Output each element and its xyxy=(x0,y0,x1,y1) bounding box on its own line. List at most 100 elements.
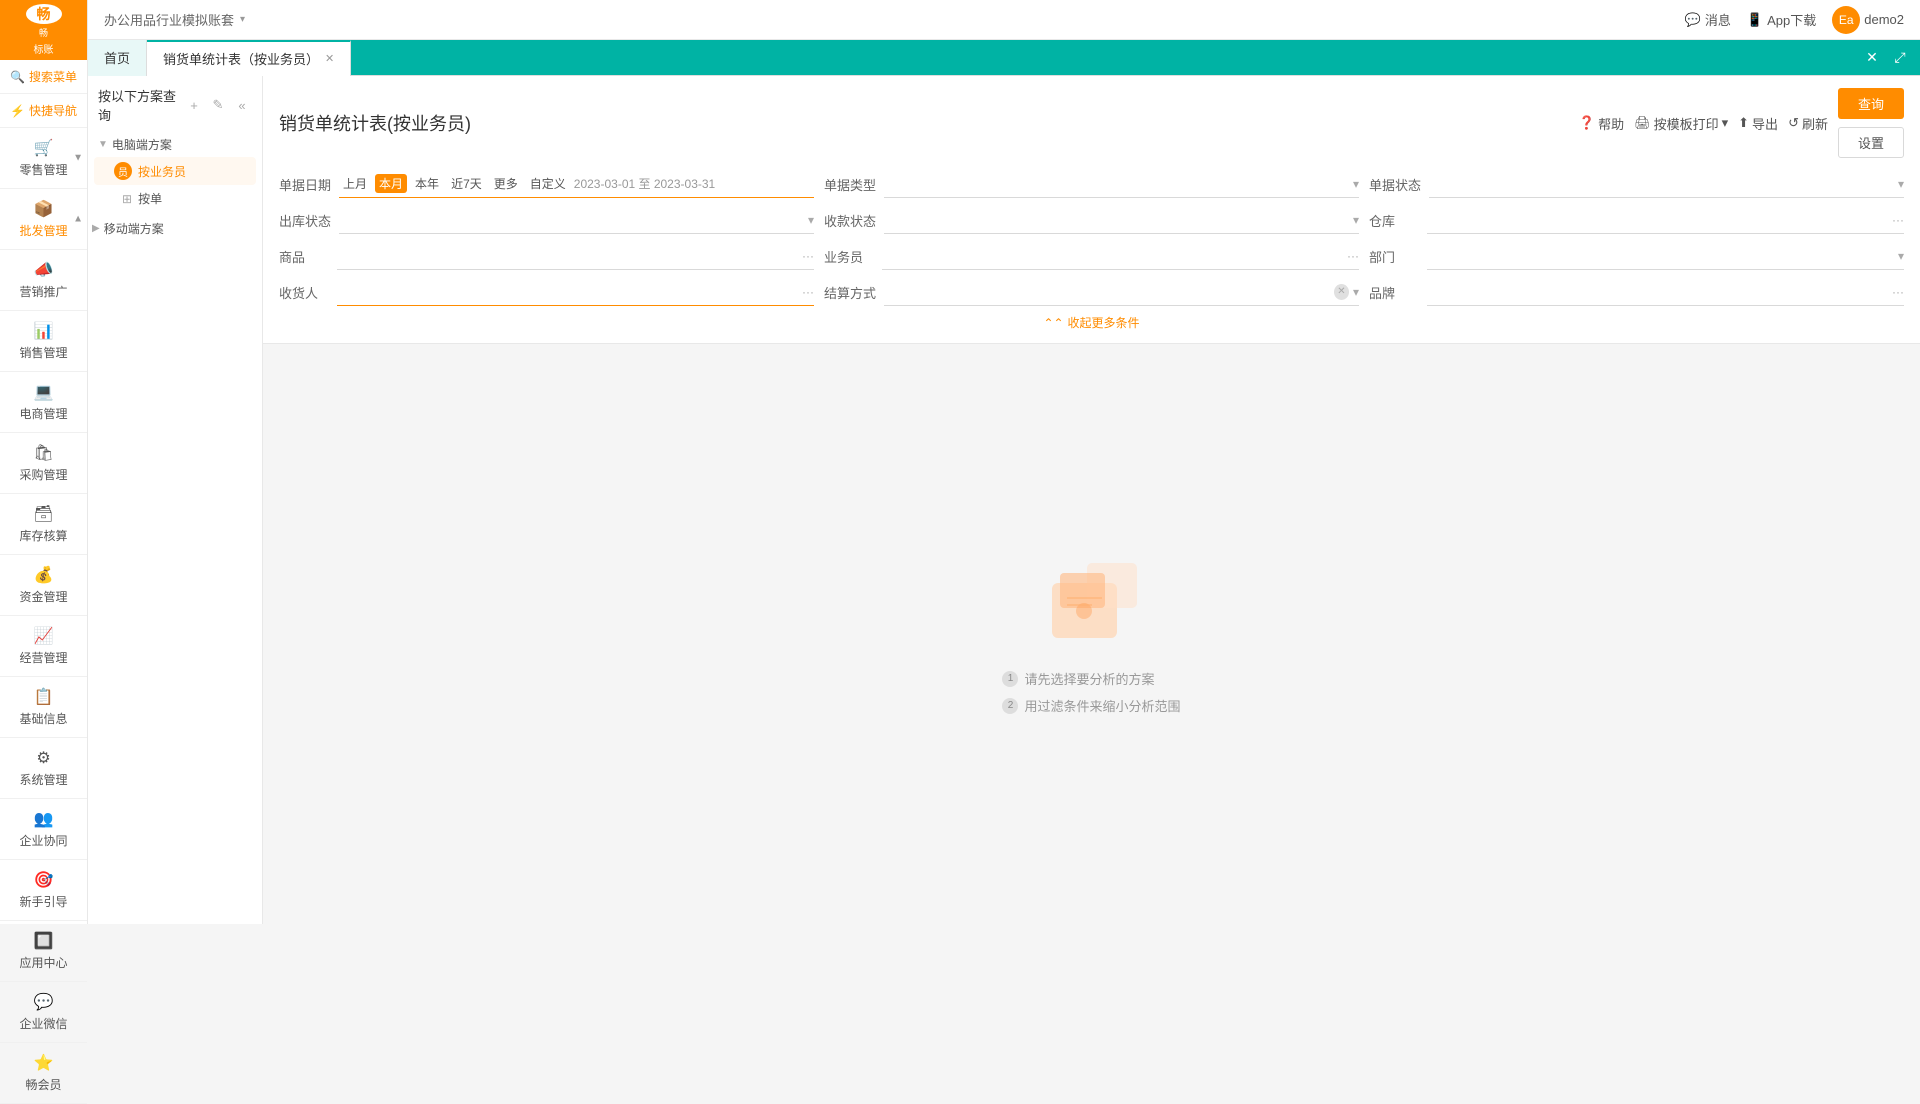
tab-home[interactable]: 首页 xyxy=(88,40,147,76)
desktop-scheme-group: ▼ 电脑端方案 员 按业务员 ⊞ 按单 xyxy=(88,132,262,212)
print-icon: 🖨 xyxy=(1634,115,1651,131)
sidebar-item-system[interactable]: ⚙ 系统管理 xyxy=(0,738,87,799)
quicknav-icon: ⚡ xyxy=(10,104,25,118)
date-tab-thismonth[interactable]: 本月 xyxy=(375,174,407,193)
sidebar-item-finance[interactable]: 💰 资金管理 xyxy=(0,555,87,616)
brand-input[interactable] xyxy=(1427,284,1888,299)
collapse-filters-btn[interactable]: ⌃⌃ 收起更多条件 xyxy=(279,314,1904,331)
edit-scheme-btn[interactable]: ✎ xyxy=(208,95,228,115)
sidebar-item-marketing[interactable]: 📣 营销推广 xyxy=(0,250,87,311)
date-tab-thisyear[interactable]: 本年 xyxy=(411,174,443,193)
ecommerce-label: 电商管理 xyxy=(19,405,67,422)
doc-type-control: ▾ xyxy=(884,170,1359,198)
tab-maximize-btn[interactable]: ⤢ xyxy=(1888,46,1912,70)
payment-input[interactable] xyxy=(884,284,1334,299)
quicknav-label: 快捷导航 xyxy=(29,102,77,119)
recv-status-dropdown-icon[interactable]: ▾ xyxy=(1353,213,1359,227)
goods-input[interactable] xyxy=(337,248,798,263)
empty-state-svg xyxy=(1032,553,1152,653)
app-center-icon: 🔲 xyxy=(34,931,54,951)
system-label: 系统管理 xyxy=(19,771,67,788)
out-status-dropdown-icon[interactable]: ▾ xyxy=(808,213,814,227)
sidebar-item-wholesale[interactable]: 📦 批发管理 ▲ xyxy=(0,189,87,250)
help-btn[interactable]: ❓ 帮助 xyxy=(1579,114,1624,133)
scheme-item-salesperson[interactable]: 员 按业务员 xyxy=(94,157,256,185)
download-icon: 📱 xyxy=(1747,12,1763,28)
warehouse-more-icon[interactable]: ··· xyxy=(1892,213,1904,227)
consignee-label: 收货人 xyxy=(279,283,329,302)
sales-label: 销售管理 xyxy=(19,344,67,361)
collapse-panel-btn[interactable]: « xyxy=(232,95,252,115)
scheme-item-order[interactable]: ⊞ 按单 xyxy=(94,185,256,212)
out-status-label: 出库状态 xyxy=(279,211,331,230)
sidebar-item-sales[interactable]: 📊 销售管理 xyxy=(0,311,87,372)
consignee-input[interactable] xyxy=(337,284,798,299)
dept-input[interactable] xyxy=(1427,248,1894,263)
user-profile[interactable]: Ea demo2 xyxy=(1832,6,1904,34)
refresh-btn[interactable]: ↺ 刷新 xyxy=(1788,114,1828,133)
account-dropdown-icon[interactable]: ▾ xyxy=(240,14,245,25)
refresh-label: 刷新 xyxy=(1802,114,1828,133)
sidebar-item-retail[interactable]: 🛒 零售管理 ▼ xyxy=(0,128,87,189)
sidebar-item-operations[interactable]: 📈 经营管理 xyxy=(0,616,87,677)
sidebar-item-member[interactable]: ⭐ 畅会员 xyxy=(0,1043,87,1104)
sidebar-item-guide[interactable]: 🎯 新手引导 xyxy=(0,860,87,921)
print-dropdown-icon[interactable]: ▾ xyxy=(1722,115,1729,131)
salesperson-input[interactable] xyxy=(882,248,1343,263)
tip-2-text: 用过滤条件来缩小分析范围 xyxy=(1024,696,1180,715)
sidebar-item-purchase[interactable]: 🛍 采购管理 xyxy=(0,433,87,494)
filter-goods: 商品 ··· xyxy=(279,242,814,270)
dept-dropdown-icon[interactable]: ▾ xyxy=(1898,249,1904,263)
date-tab-lastmonth[interactable]: 上月 xyxy=(339,174,371,193)
marketing-label: 营销推广 xyxy=(19,283,67,300)
messages-btn[interactable]: 💬 消息 xyxy=(1685,10,1731,29)
date-tab-more[interactable]: 更多 xyxy=(490,174,522,193)
sidebar-logo[interactable]: 畅 畅 标账 xyxy=(0,0,87,60)
payment-dropdown-icon[interactable]: ▾ xyxy=(1353,285,1359,299)
doc-status-dropdown-icon[interactable]: ▾ xyxy=(1898,177,1904,191)
tab-close-btn[interactable]: ✕ xyxy=(1860,46,1884,70)
tab-sales-stat[interactable]: 销货单统计表（按业务员） ✕ xyxy=(147,40,351,76)
print-btn[interactable]: 🖨 按模板打印 ▾ xyxy=(1634,114,1728,133)
sidebar-item-basic-info[interactable]: 📋 基础信息 xyxy=(0,677,87,738)
sidebar-item-ecommerce[interactable]: 💻 电商管理 xyxy=(0,372,87,433)
sidebar-item-wechat[interactable]: 💬 企业微信 xyxy=(0,982,87,1043)
date-tab-7days[interactable]: 近7天 xyxy=(447,174,486,193)
goods-more-icon[interactable]: ··· xyxy=(802,249,814,263)
sub-title: 标账 xyxy=(34,41,54,56)
setting-button[interactable]: 设置 xyxy=(1838,127,1904,158)
export-icon: ⬆ xyxy=(1738,115,1749,131)
page-title: 销货单统计表(按业务员) xyxy=(279,110,471,136)
sidebar-search[interactable]: 🔍 搜索菜单 xyxy=(0,60,87,94)
query-button[interactable]: 查询 xyxy=(1838,88,1904,119)
logo-icon: 畅 xyxy=(26,4,62,24)
consignee-more-icon[interactable]: ··· xyxy=(802,285,814,299)
salesperson-more-icon[interactable]: ··· xyxy=(1347,249,1359,263)
desktop-scheme-title[interactable]: ▼ 电脑端方案 xyxy=(94,132,256,157)
doc-type-input[interactable] xyxy=(884,176,1349,191)
doc-status-input[interactable] xyxy=(1429,176,1894,191)
desktop-scheme-label: 电脑端方案 xyxy=(112,136,172,153)
header-left: 办公用品行业模拟账套 ▾ xyxy=(104,10,245,29)
sidebar-item-inventory[interactable]: 🗃 库存核算 xyxy=(0,494,87,555)
doc-type-dropdown-icon[interactable]: ▾ xyxy=(1353,177,1359,191)
scheme-actions: + ✎ « xyxy=(184,95,252,115)
search-label: 搜索菜单 xyxy=(29,68,77,85)
add-scheme-btn[interactable]: + xyxy=(184,95,204,115)
recv-status-input[interactable] xyxy=(884,212,1349,227)
top-header: 办公用品行业模拟账套 ▾ 💬 消息 📱 App下载 Ea demo2 xyxy=(88,0,1920,40)
operations-label: 经营管理 xyxy=(19,649,67,666)
date-tab-custom[interactable]: 自定义 xyxy=(526,174,570,193)
tab-close-icon[interactable]: ✕ xyxy=(325,52,334,65)
brand-more-icon[interactable]: ··· xyxy=(1892,285,1904,299)
filter-doc-type: 单据类型 ▾ xyxy=(824,170,1359,198)
sidebar-item-collab[interactable]: 👥 企业协同 xyxy=(0,799,87,860)
sidebar-item-app-center[interactable]: 🔲 应用中心 xyxy=(0,921,87,982)
sidebar-quicknav[interactable]: ⚡ 快捷导航 xyxy=(0,94,87,128)
app-download-btn[interactable]: 📱 App下载 xyxy=(1747,10,1816,29)
export-btn[interactable]: ⬆ 导出 xyxy=(1738,114,1778,133)
mobile-scheme-group[interactable]: ▶ 移动端方案 xyxy=(88,216,262,241)
warehouse-input[interactable] xyxy=(1427,212,1888,227)
payment-clear-icon[interactable]: ✕ xyxy=(1334,284,1349,300)
out-status-input[interactable] xyxy=(339,212,804,227)
